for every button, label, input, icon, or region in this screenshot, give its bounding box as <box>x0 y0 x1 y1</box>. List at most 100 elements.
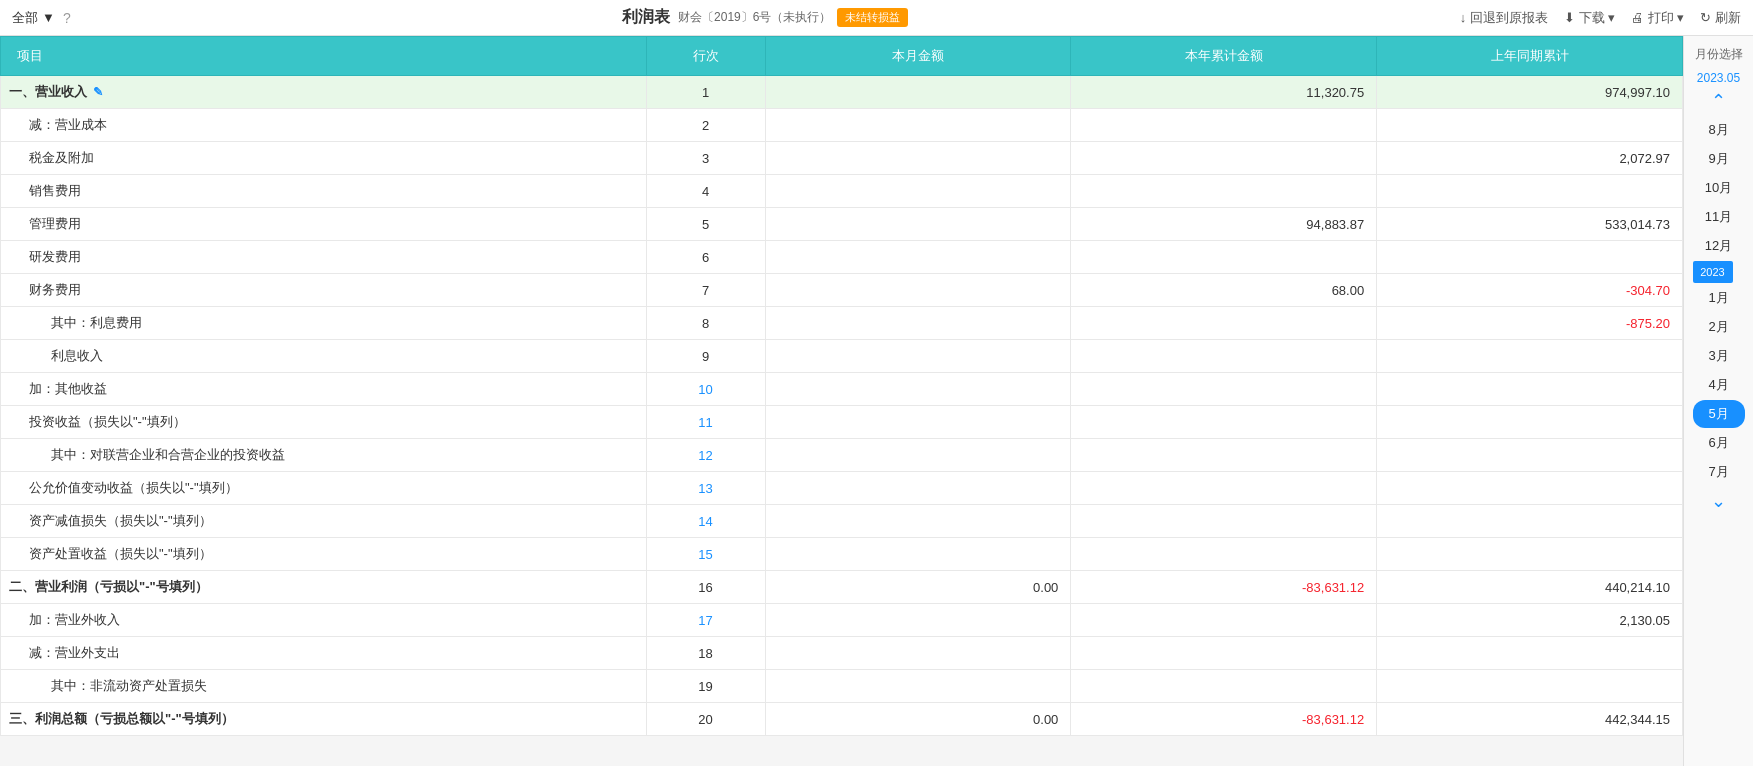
table-row: 公允价值变动收益（损失以"-"填列）13 <box>1 472 1683 505</box>
table-row: 其中：对联营企业和合营企业的投资收益12 <box>1 439 1683 472</box>
prior-ytd-amount: 2,130.05 <box>1377 604 1683 637</box>
ytd-amount <box>1071 505 1377 538</box>
report-subtitle: 财会〔2019〕6号（未执行） <box>678 9 831 26</box>
item-cell: 加：营业外收入 <box>1 604 647 637</box>
prior-ytd-amount <box>1377 538 1683 571</box>
current-month-amount <box>765 76 1071 109</box>
month-item[interactable]: 3月 <box>1693 342 1745 370</box>
ytd-amount <box>1071 241 1377 274</box>
ytd-amount: -83,631.12 <box>1071 703 1377 736</box>
ytd-amount <box>1071 670 1377 703</box>
prior-ytd-amount: -875.20 <box>1377 307 1683 340</box>
item-cell: 一、营业收入✎ <box>1 76 647 109</box>
download-button[interactable]: ⬇ 下载 ▾ <box>1564 9 1615 27</box>
print-button[interactable]: 🖨 打印 ▾ <box>1631 9 1684 27</box>
month-up-arrow[interactable]: ⌃ <box>1708 87 1729 115</box>
current-month-amount <box>765 538 1071 571</box>
row-number: 13 <box>646 472 765 505</box>
header-prior-ytd: 上年同期累计 <box>1377 37 1683 76</box>
current-month-amount <box>765 175 1071 208</box>
month-item[interactable]: 11月 <box>1693 203 1745 231</box>
item-cell: 税金及附加 <box>1 142 647 175</box>
header-current-month: 本月金额 <box>765 37 1071 76</box>
current-month-amount <box>765 637 1071 670</box>
table-row: 资产减值损失（损失以"-"填列）14 <box>1 505 1683 538</box>
current-month-amount <box>765 604 1071 637</box>
prior-ytd-amount <box>1377 505 1683 538</box>
row-number: 20 <box>646 703 765 736</box>
month-item[interactable]: 2月 <box>1693 313 1745 341</box>
prior-ytd-amount <box>1377 109 1683 142</box>
report-title: 利润表 <box>622 7 670 28</box>
month-item[interactable]: 7月 <box>1693 458 1745 486</box>
current-month-amount <box>765 373 1071 406</box>
prior-ytd-amount <box>1377 637 1683 670</box>
current-month-amount <box>765 142 1071 175</box>
edit-icon[interactable]: ✎ <box>93 85 103 99</box>
month-item[interactable]: 4月 <box>1693 371 1745 399</box>
month-item[interactable]: 5月 <box>1693 400 1745 428</box>
ytd-amount <box>1071 472 1377 505</box>
current-month-amount <box>765 274 1071 307</box>
current-month-amount <box>765 472 1071 505</box>
ytd-amount: 94,883.87 <box>1071 208 1377 241</box>
ytd-amount <box>1071 439 1377 472</box>
scope-label: 全部 <box>12 9 38 27</box>
table-row: 财务费用768.00-304.70 <box>1 274 1683 307</box>
table-row: 其中：非流动资产处置损失19 <box>1 670 1683 703</box>
ytd-amount: -83,631.12 <box>1071 571 1377 604</box>
main-container: 项目 行次 本月金额 本年累计金额 上年同期累计 一、营业收入✎111,320.… <box>0 36 1753 766</box>
month-item[interactable]: 10月 <box>1693 174 1745 202</box>
table-row: 一、营业收入✎111,320.75974,997.10 <box>1 76 1683 109</box>
prior-ytd-amount <box>1377 373 1683 406</box>
prior-ytd-amount <box>1377 340 1683 373</box>
row-number: 14 <box>646 505 765 538</box>
table-row: 税金及附加32,072.97 <box>1 142 1683 175</box>
right-panel: 月份选择 2023.05 ⌃ 8月9月10月11月12月20231月2月3月4月… <box>1683 36 1753 766</box>
scope-dropdown[interactable]: 全部 ▼ <box>12 9 55 27</box>
current-month-amount <box>765 505 1071 538</box>
item-cell: 资产处置收益（损失以"-"填列） <box>1 538 647 571</box>
ytd-amount: 68.00 <box>1071 274 1377 307</box>
prior-ytd-amount: 533,014.73 <box>1377 208 1683 241</box>
month-down-arrow[interactable]: ⌄ <box>1708 487 1729 515</box>
ytd-amount <box>1071 604 1377 637</box>
month-item[interactable]: 9月 <box>1693 145 1745 173</box>
current-month-amount <box>765 109 1071 142</box>
month-item[interactable]: 1月 <box>1693 284 1745 312</box>
ytd-amount <box>1071 373 1377 406</box>
item-cell: 资产减值损失（损失以"-"填列） <box>1 505 647 538</box>
row-number: 7 <box>646 274 765 307</box>
current-month-amount <box>765 406 1071 439</box>
current-month-amount <box>765 439 1071 472</box>
item-cell: 投资收益（损失以"-"填列） <box>1 406 647 439</box>
back-to-original-button[interactable]: ↓ 回退到原报表 <box>1460 9 1548 27</box>
item-cell: 公允价值变动收益（损失以"-"填列） <box>1 472 647 505</box>
row-number: 5 <box>646 208 765 241</box>
row-number: 19 <box>646 670 765 703</box>
month-item[interactable]: 6月 <box>1693 429 1745 457</box>
item-cell: 加：其他收益 <box>1 373 647 406</box>
row-number: 4 <box>646 175 765 208</box>
current-month-amount <box>765 208 1071 241</box>
item-cell: 研发费用 <box>1 241 647 274</box>
row-number: 11 <box>646 406 765 439</box>
title-area: 利润表 财会〔2019〕6号（未执行） 未结转损益 <box>622 7 908 28</box>
item-cell: 其中：非流动资产处置损失 <box>1 670 647 703</box>
ytd-amount <box>1071 175 1377 208</box>
ytd-amount: 11,320.75 <box>1071 76 1377 109</box>
table-row: 管理费用594,883.87533,014.73 <box>1 208 1683 241</box>
month-item[interactable]: 12月 <box>1693 232 1745 260</box>
prior-ytd-amount <box>1377 439 1683 472</box>
month-selector-title: 月份选择 <box>1691 40 1747 69</box>
ytd-amount <box>1071 340 1377 373</box>
row-number: 17 <box>646 604 765 637</box>
month-item[interactable]: 8月 <box>1693 116 1745 144</box>
row-number: 3 <box>646 142 765 175</box>
table-row: 其中：利息费用8-875.20 <box>1 307 1683 340</box>
refresh-button[interactable]: ↻ 刷新 <box>1700 9 1741 27</box>
year-marker: 2023 <box>1693 261 1733 283</box>
help-icon[interactable]: ? <box>63 10 71 26</box>
table-header-row: 项目 行次 本月金额 本年累计金额 上年同期累计 <box>1 37 1683 76</box>
ytd-amount <box>1071 538 1377 571</box>
